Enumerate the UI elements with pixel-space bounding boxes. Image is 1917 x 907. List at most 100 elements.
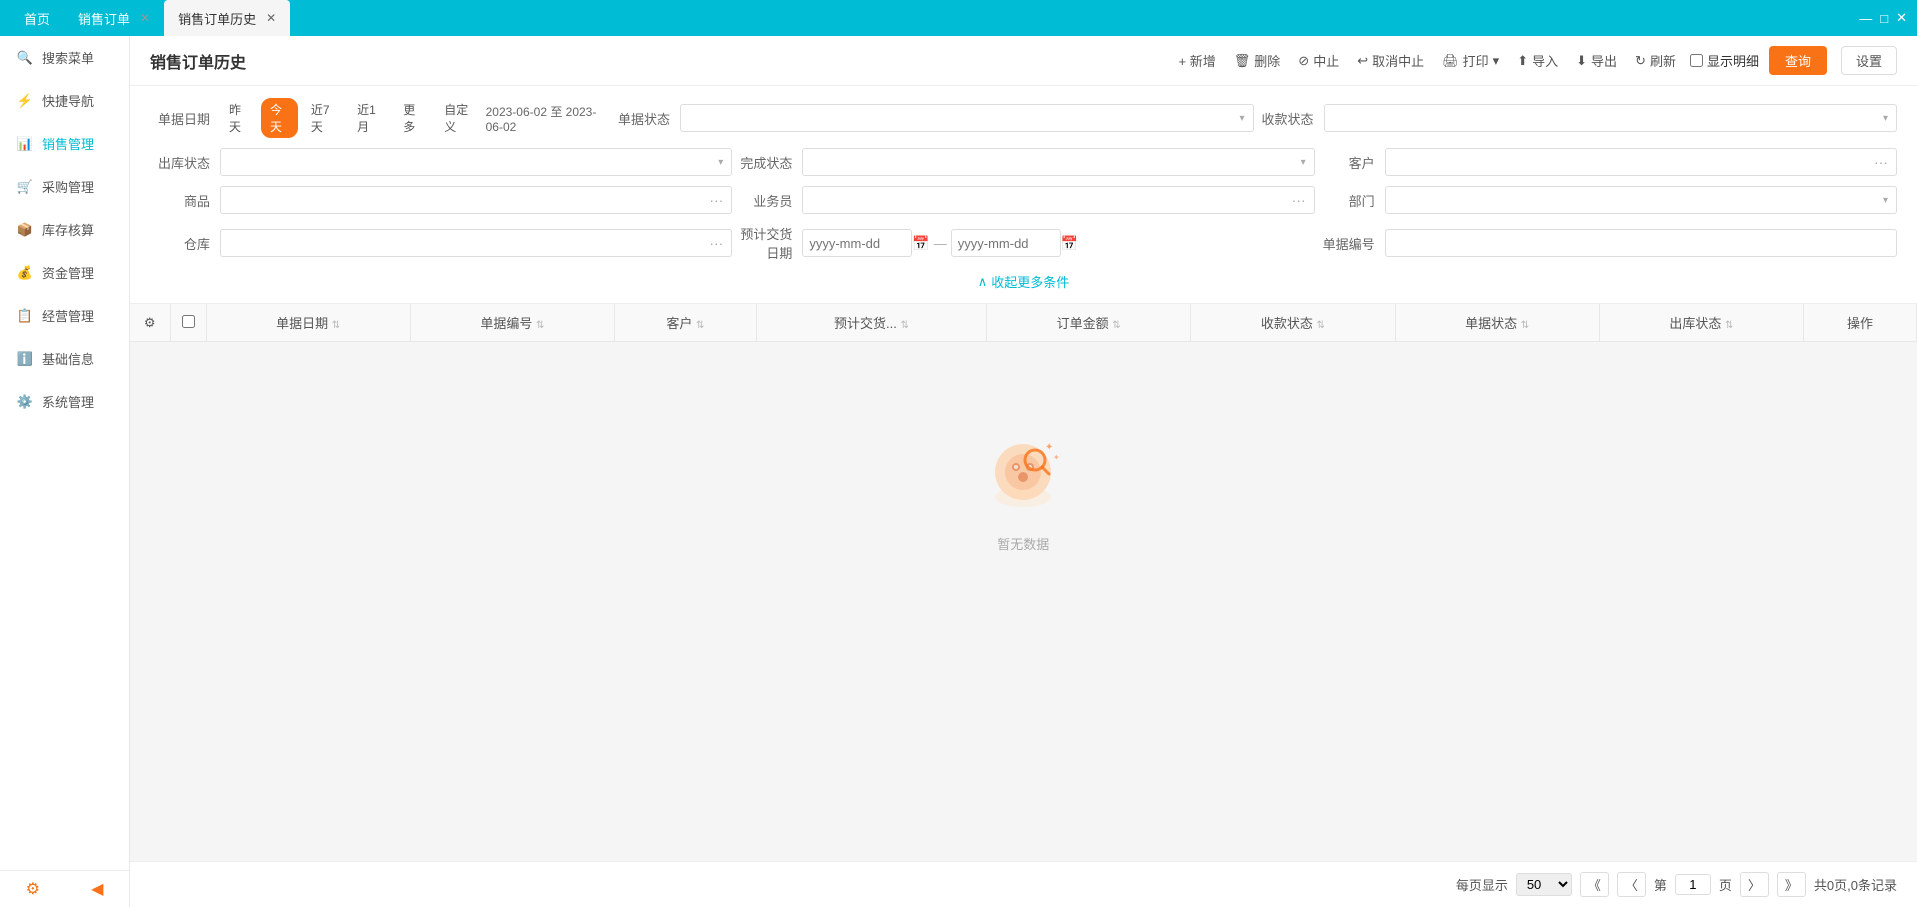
outbound-select[interactable]: ▾ <box>220 148 732 176</box>
page-size-label: 每页显示 <box>1456 875 1508 894</box>
sidebar-collapse-icon[interactable]: ◀ <box>91 879 103 899</box>
next-page-button[interactable]: 〉 <box>1740 872 1769 897</box>
delivery-date-start[interactable] <box>802 229 912 257</box>
tab-sales-order-close[interactable]: ✕ <box>140 11 150 25</box>
th-operations-label: 操作 <box>1847 316 1873 331</box>
new-button[interactable]: + 新增 <box>1175 49 1220 72</box>
date-btn-today[interactable]: 今天 <box>261 98 298 138</box>
top-bar: 首页 销售订单 ✕ 销售订单历史 ✕ — □ ✕ <box>0 0 1917 36</box>
window-min-button[interactable]: — <box>1859 11 1872 26</box>
delete-button[interactable]: 🗑 删除 <box>1230 49 1285 72</box>
th-order-amount[interactable]: 订单金额 ⇅ <box>987 304 1191 342</box>
setting-button[interactable]: 设置 <box>1841 46 1897 75</box>
prev-page-button[interactable]: 〈 <box>1617 872 1646 897</box>
dept-select[interactable]: ▾ <box>1385 186 1897 214</box>
sidebar-item-inventory[interactable]: 📦 库存核算 <box>0 208 129 251</box>
order-no-input[interactable] <box>1385 229 1897 257</box>
show-detail-input[interactable] <box>1690 54 1703 67</box>
page-input[interactable] <box>1675 874 1711 895</box>
tab-sales-order[interactable]: 销售订单 ✕ <box>64 0 164 36</box>
customer-dots-icon[interactable]: ··· <box>1874 154 1888 170</box>
home-tab[interactable]: 首页 <box>10 9 64 28</box>
salesperson-dots-icon[interactable]: ··· <box>1292 192 1306 208</box>
th-outbound-status-label: 出库状态 <box>1669 316 1721 331</box>
show-detail-checkbox[interactable]: 显示明细 <box>1690 51 1759 70</box>
tab-sales-order-history[interactable]: 销售订单历史 ✕ <box>164 0 290 36</box>
product-dots-icon[interactable]: ··· <box>709 192 723 208</box>
management-icon: 📋 <box>16 307 34 325</box>
query-button[interactable]: 查询 <box>1769 46 1827 75</box>
completion-select[interactable]: ▾ <box>802 148 1314 176</box>
th-date-sort-icon: ⇅ <box>332 320 340 331</box>
th-delivery-date[interactable]: 预计交货... ⇅ <box>756 304 986 342</box>
sidebar-nav-label: 快捷导航 <box>42 91 94 110</box>
system-icon: ⚙️ <box>16 393 34 411</box>
window-max-button[interactable]: □ <box>1880 11 1888 26</box>
first-page-button[interactable]: 《 <box>1580 872 1609 897</box>
salesperson-input[interactable]: ··· <box>802 186 1314 214</box>
sidebar-item-nav[interactable]: ⚡ 快捷导航 <box>0 79 129 122</box>
delivery-date-end[interactable] <box>951 229 1061 257</box>
th-delivery-date-label: 预计交货... <box>834 316 897 331</box>
collapse-button[interactable]: ∧ 收起更多条件 <box>150 272 1897 291</box>
filter-area: 单据日期 昨天 今天 近7天 近1月 更多 自定义 2023-06-02 至 2… <box>130 86 1917 304</box>
date-btn-1month[interactable]: 近1月 <box>348 98 390 138</box>
date-btn-custom[interactable]: 自定义 <box>435 98 481 138</box>
refresh-button[interactable]: ↻ 刷新 <box>1631 49 1680 72</box>
sidebar-item-management[interactable]: 📋 经营管理 <box>0 294 129 337</box>
dept-chevron-icon: ▾ <box>1883 195 1888 206</box>
th-outbound-status[interactable]: 出库状态 ⇅ <box>1599 304 1803 342</box>
receipt-status-label: 收款状态 <box>1254 109 1324 128</box>
export-button[interactable]: ⬇ 导出 <box>1572 49 1621 72</box>
customer-input[interactable]: ··· <box>1385 148 1897 176</box>
th-gear[interactable]: ⚙ <box>130 304 170 342</box>
svg-text:✦: ✦ <box>1053 453 1060 462</box>
th-receipt-status[interactable]: 收款状态 ⇅ <box>1191 304 1395 342</box>
sidebar-item-basic-info[interactable]: ℹ️ 基础信息 <box>0 337 129 380</box>
status-select[interactable]: ▾ <box>680 104 1254 132</box>
sidebar-item-sales[interactable]: 📊 销售管理 <box>0 122 129 165</box>
main-layout: 🔍 搜索菜单 ⚡ 快捷导航 📊 销售管理 🛒 采购管理 📦 库存核算 💰 资金管… <box>0 36 1917 907</box>
print-button[interactable]: 🖨 打印 ▾ <box>1438 49 1503 72</box>
th-customer[interactable]: 客户 ⇅ <box>615 304 757 342</box>
svg-text:✦: ✦ <box>1045 442 1053 453</box>
th-checkbox[interactable] <box>170 304 206 342</box>
date-btn-yesterday[interactable]: 昨天 <box>220 98 257 138</box>
th-receipt-status-sort-icon: ⇅ <box>1317 320 1325 331</box>
date-btn-more[interactable]: 更多 <box>394 98 431 138</box>
empty-illustration: ✦ ✦ <box>973 422 1073 522</box>
th-bill-status[interactable]: 单据状态 ⇅ <box>1395 304 1599 342</box>
date-buttons: 昨天 今天 近7天 近1月 更多 自定义 <box>220 98 482 138</box>
sidebar-bottom: ⚙ ◀ <box>0 870 129 907</box>
warehouse-dots-icon[interactable]: ··· <box>709 235 723 251</box>
window-close-button[interactable]: ✕ <box>1896 10 1907 26</box>
th-order-no[interactable]: 单据编号 ⇅ <box>410 304 614 342</box>
page-size-select[interactable]: 10 20 50 100 <box>1516 873 1572 896</box>
date-btn-7days[interactable]: 近7天 <box>302 98 344 138</box>
filter-row-2: 出库状态 ▾ 完成状态 ▾ 客户 <box>150 148 1897 176</box>
warehouse-input[interactable]: ··· <box>220 229 732 257</box>
table-wrapper: ⚙ 单据日期 ⇅ 单据编号 ⇅ 客户 ⇅ <box>130 304 1917 861</box>
sidebar-settings-icon[interactable]: ⚙ <box>26 879 40 899</box>
filter-row-4: 仓库 ··· 预计交货日期 📅 — 📅 单据编号 <box>150 224 1897 262</box>
sidebar-item-system[interactable]: ⚙️ 系统管理 <box>0 380 129 423</box>
import-button[interactable]: ⬆ 导入 <box>1513 49 1562 72</box>
select-all-checkbox[interactable] <box>182 315 195 328</box>
th-date[interactable]: 单据日期 ⇅ <box>206 304 410 342</box>
sidebar-sales-label: 销售管理 <box>42 134 94 153</box>
empty-icon: ✦ ✦ <box>973 422 1073 522</box>
calendar-start-icon[interactable]: 📅 <box>912 235 929 252</box>
tab-sales-order-history-close[interactable]: ✕ <box>266 11 276 25</box>
receipt-status-select[interactable]: ▾ <box>1324 104 1898 132</box>
last-page-button[interactable]: 》 <box>1777 872 1806 897</box>
stop-button[interactable]: ⊘ 中止 <box>1294 49 1343 72</box>
sidebar-item-purchase[interactable]: 🛒 采购管理 <box>0 165 129 208</box>
filter-row-3: 商品 ··· 业务员 ··· 部门 <box>150 186 1897 214</box>
calendar-end-icon[interactable]: 📅 <box>1061 235 1078 252</box>
sidebar-item-finance[interactable]: 💰 资金管理 <box>0 251 129 294</box>
sidebar-item-search[interactable]: 🔍 搜索菜单 <box>0 36 129 79</box>
basic-info-icon: ℹ️ <box>16 350 34 368</box>
empty-text: 暂无数据 <box>997 534 1049 553</box>
cancel-stop-button[interactable]: ↩ 取消中止 <box>1353 49 1428 72</box>
product-input[interactable]: ··· <box>220 186 732 214</box>
